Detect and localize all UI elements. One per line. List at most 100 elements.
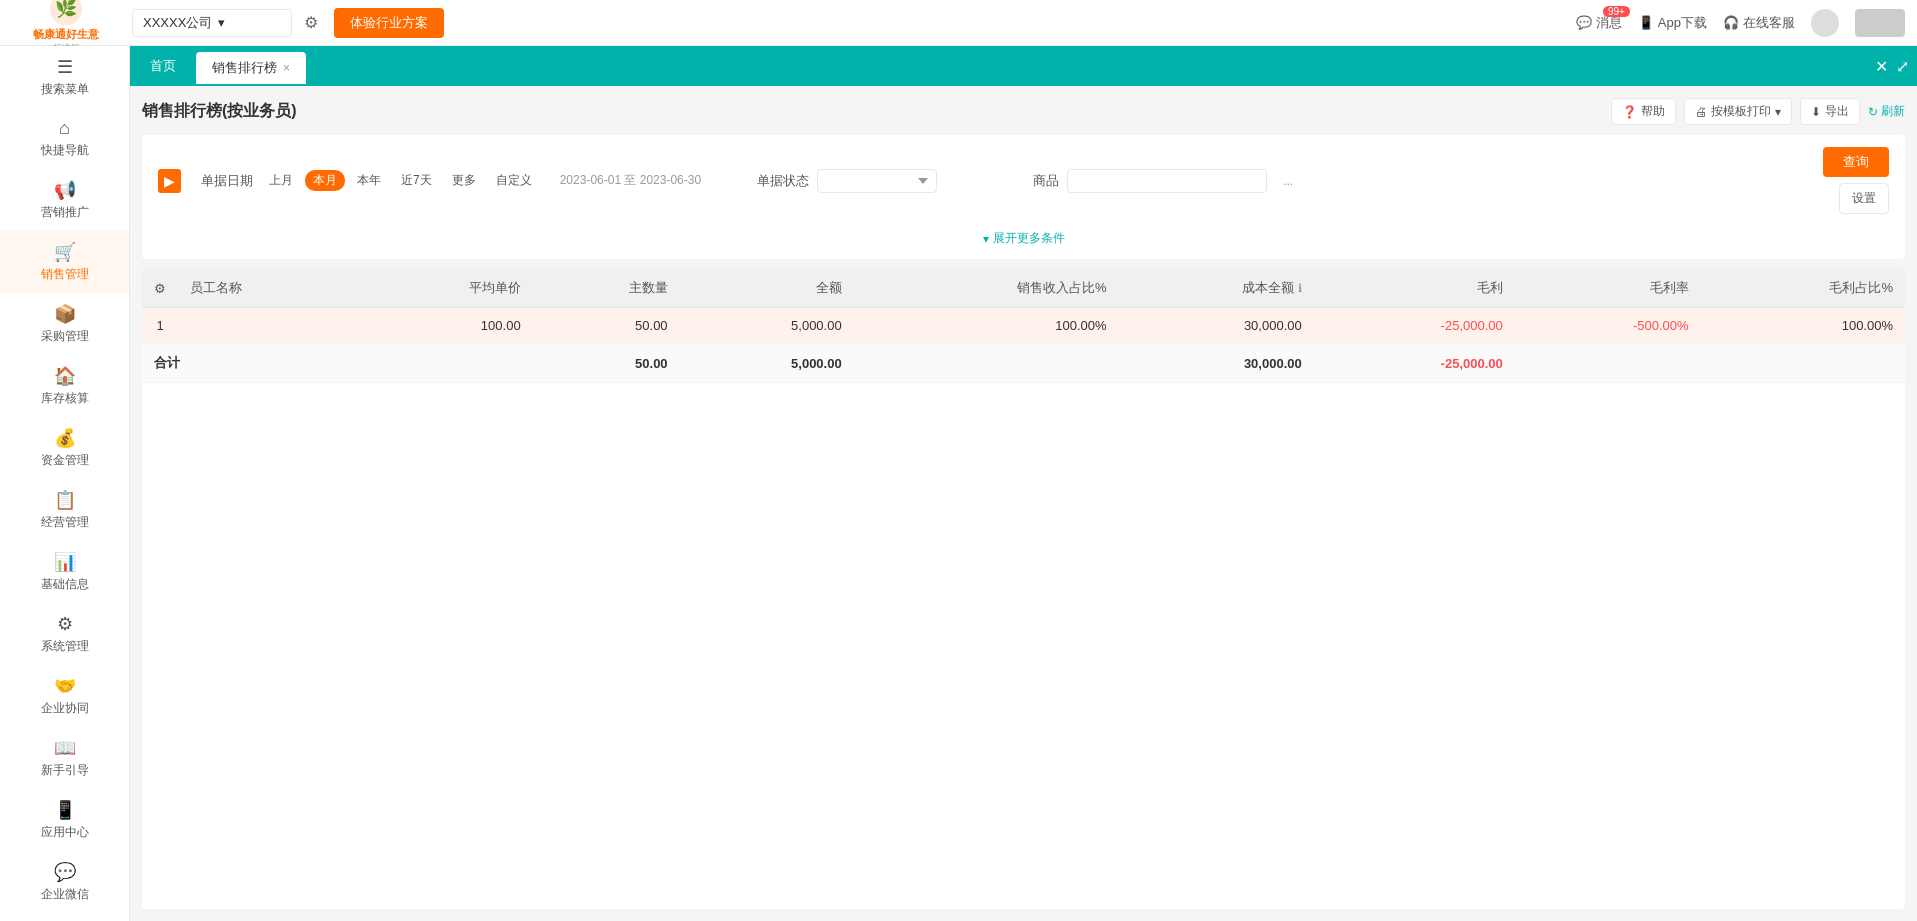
user-name[interactable] xyxy=(1855,9,1905,37)
headset-icon: 🎧 xyxy=(1723,15,1739,30)
sidebar-item-search[interactable]: ☰ 搜索菜单 xyxy=(0,46,129,108)
table-settings-button[interactable]: 设置 xyxy=(1839,183,1889,214)
message-icon: 💬 xyxy=(1576,15,1592,30)
company-selector[interactable]: XXXXX公司 ▾ xyxy=(132,9,292,37)
app-download-btn[interactable]: 📱 App下载 xyxy=(1638,14,1707,32)
col-cost-header: 成本全额 ℹ xyxy=(1119,269,1314,308)
cell-amount: 5,000.00 xyxy=(680,308,854,344)
footer-gross-rate xyxy=(1515,344,1701,383)
date-range-display: 2023-06-01 至 2023-06-30 xyxy=(560,172,701,189)
cell-gross-profit: -25,000.00 xyxy=(1314,308,1515,344)
top-bar: 🌿 畅康通好生意 标准版 XXXXX公司 ▾ ⚙ 体验行业方案 💬 消息 99+… xyxy=(0,0,1917,46)
settings-icon-btn[interactable]: ⚙ xyxy=(300,9,322,36)
expand-arrow-icon[interactable]: ▶ xyxy=(158,169,181,193)
table-header-row: ⚙ 员工名称 平均单价 主数量 全额 销售收入占比% 成本全额 ℹ 毛利 毛利率… xyxy=(142,269,1905,308)
footer-amount: 5,000.00 xyxy=(680,344,854,383)
goods-input[interactable] xyxy=(1067,169,1267,193)
online-support-label: 在线客服 xyxy=(1743,14,1795,32)
message-badge: 99+ xyxy=(1603,6,1630,17)
col-gross-rate-header: 毛利率 xyxy=(1515,269,1701,308)
expand-more-btn[interactable]: ▾ 展开更多条件 xyxy=(983,230,1065,247)
col-settings[interactable]: ⚙ xyxy=(142,269,178,308)
expand-more-label: 展开更多条件 xyxy=(993,230,1065,247)
avatar[interactable] xyxy=(1811,9,1839,37)
date-tab-custom[interactable]: 自定义 xyxy=(488,170,540,191)
table-body: 1100.0050.005,000.00100.00%30,000.00-25,… xyxy=(142,308,1905,344)
cell-avg-price: 100.00 xyxy=(355,308,532,344)
sidebar-item-system[interactable]: ⚙ 系统管理 xyxy=(0,603,129,665)
sidebar-item-wechat[interactable]: 💬 企业微信 xyxy=(0,851,129,913)
help-button[interactable]: ❓ 帮助 xyxy=(1611,98,1676,125)
finance-icon: 💰 xyxy=(54,427,76,449)
sidebar-item-system-label: 系统管理 xyxy=(41,638,89,655)
status-label: 单据状态 xyxy=(757,172,809,190)
sidebar-item-apps[interactable]: 📱 应用中心 xyxy=(0,789,129,851)
table-row: 1100.0050.005,000.00100.00%30,000.00-25,… xyxy=(142,308,1905,344)
tab-close-icon[interactable]: × xyxy=(283,61,290,75)
page-content: 销售排行榜(按业务员) ❓ 帮助 🖨 按模板打印 ▾ ⬇ xyxy=(130,86,1917,921)
template-print-label: 按模板打印 xyxy=(1711,103,1771,120)
sidebar-item-inventory-label: 库存核算 xyxy=(41,390,89,407)
date-label: 单据日期 xyxy=(201,172,253,190)
tab-close-window-icon[interactable]: ✕ xyxy=(1875,57,1888,76)
sidebar-item-marketing-label: 营销推广 xyxy=(41,204,89,221)
footer-cost: 30,000.00 xyxy=(1119,344,1314,383)
search-menu-icon: ☰ xyxy=(57,56,73,78)
tab-home[interactable]: 首页 xyxy=(130,46,196,86)
refresh-label: 刷新 xyxy=(1881,103,1905,120)
footer-avg-price xyxy=(355,344,532,383)
date-tabs: 上月 本月 本年 近7天 更多 自定义 xyxy=(261,170,540,191)
sidebar-item-enterprise[interactable]: 🤝 企业协同 xyxy=(0,665,129,727)
date-tab-more[interactable]: 更多 xyxy=(444,170,484,191)
sidebar-item-marketing[interactable]: 📢 营销推广 xyxy=(0,169,129,231)
sidebar-item-purchase[interactable]: 📦 采购管理 xyxy=(0,293,129,355)
sales-icon: 🛒 xyxy=(54,241,76,263)
sidebar-item-basics-label: 基础信息 xyxy=(41,576,89,593)
sidebar-item-operations-label: 经营管理 xyxy=(41,514,89,531)
tab-sales-ranking[interactable]: 销售排行榜 × xyxy=(196,52,306,84)
date-tab-last-month[interactable]: 上月 xyxy=(261,170,301,191)
cell-name xyxy=(178,308,355,344)
sidebar-item-quicknav[interactable]: ⌂ 快捷导航 xyxy=(0,108,129,169)
sidebar-item-member[interactable]: V 畅会员 xyxy=(0,913,129,921)
template-print-button[interactable]: 🖨 按模板打印 ▾ xyxy=(1684,98,1792,125)
status-select[interactable] xyxy=(817,169,937,193)
online-support-btn[interactable]: 🎧 在线客服 xyxy=(1723,14,1795,32)
sidebar-item-sales[interactable]: 🛒 销售管理 xyxy=(0,231,129,293)
date-tab-last-7-days[interactable]: 近7天 xyxy=(393,170,440,191)
purchase-icon: 📦 xyxy=(54,303,76,325)
filter-expand-toggle[interactable]: ▶ xyxy=(158,169,181,193)
more-filters-btn[interactable]: ... xyxy=(1283,174,1293,188)
export-button[interactable]: ⬇ 导出 xyxy=(1800,98,1860,125)
query-button[interactable]: 查询 xyxy=(1823,147,1889,177)
col-amount-header: 全额 xyxy=(680,269,854,308)
tab-expand-icon[interactable]: ⤢ xyxy=(1896,57,1909,76)
sidebar-item-finance-label: 资金管理 xyxy=(41,452,89,469)
operations-icon: 📋 xyxy=(54,489,76,511)
filter-date: 单据日期 上月 本月 本年 近7天 更多 自定义 xyxy=(201,170,540,191)
sidebar-item-wechat-label: 企业微信 xyxy=(41,886,89,903)
basics-icon: 📊 xyxy=(54,551,76,573)
tab-bar: 首页 销售排行榜 × ✕ ⤢ xyxy=(130,46,1917,86)
sidebar-item-guide[interactable]: 📖 新手引导 xyxy=(0,727,129,789)
sidebar-item-operations[interactable]: 📋 经营管理 xyxy=(0,479,129,541)
cost-tip-icon[interactable]: ℹ xyxy=(1298,282,1302,294)
sidebar-item-finance[interactable]: 💰 资金管理 xyxy=(0,417,129,479)
message-icon-btn[interactable]: 💬 消息 99+ xyxy=(1576,14,1622,32)
sidebar: ☰ 搜索菜单 ⌂ 快捷导航 📢 营销推广 🛒 销售管理 📦 采购管理 🏠 库 xyxy=(0,46,130,921)
footer-gross-profit: -25,000.00 xyxy=(1314,344,1515,383)
trial-button[interactable]: 体验行业方案 xyxy=(334,8,444,38)
sidebar-item-guide-label: 新手引导 xyxy=(41,762,89,779)
enterprise-icon: 🤝 xyxy=(54,675,76,697)
refresh-button[interactable]: ↻ 刷新 xyxy=(1868,103,1905,120)
sales-ranking-table: ⚙ 员工名称 平均单价 主数量 全额 销售收入占比% 成本全额 ℹ 毛利 毛利率… xyxy=(142,269,1905,383)
logo-text: 畅康通好生意 xyxy=(33,27,99,42)
guide-icon: 📖 xyxy=(54,737,76,759)
sidebar-item-basics[interactable]: 📊 基础信息 xyxy=(0,541,129,603)
sidebar-item-inventory[interactable]: 🏠 库存核算 xyxy=(0,355,129,417)
sidebar-item-enterprise-label: 企业协同 xyxy=(41,700,89,717)
sidebar-item-search-label: 搜索菜单 xyxy=(41,81,89,98)
date-tab-this-month[interactable]: 本月 xyxy=(305,170,345,191)
svg-text:🌿: 🌿 xyxy=(55,0,78,19)
date-tab-this-year[interactable]: 本年 xyxy=(349,170,389,191)
